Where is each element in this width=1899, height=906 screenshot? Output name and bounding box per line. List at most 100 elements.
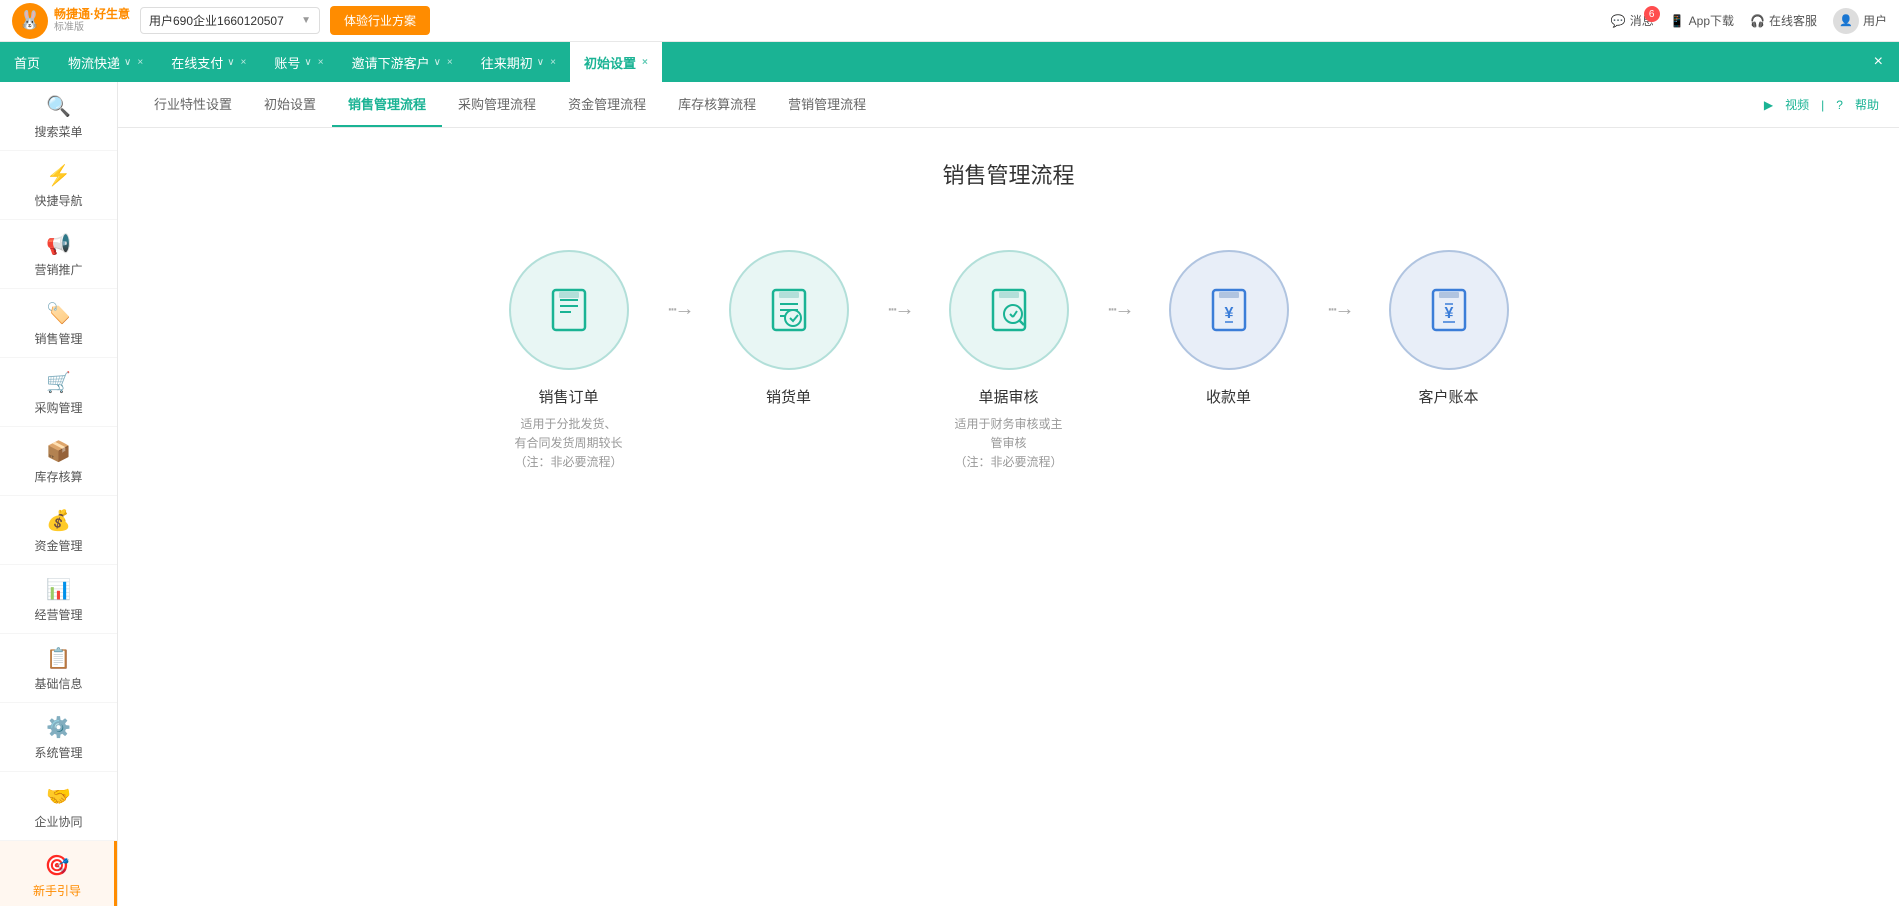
- flow-item-doc-review: 单据审核 适用于财务审核或主管审核（注：非必要流程）: [929, 250, 1089, 473]
- top-right: 💬 消息 6 📱 App下载 🎧 在线客服 👤 用户: [1611, 8, 1887, 34]
- chevron-down-icon: ∨: [227, 57, 234, 68]
- nav-tab-home[interactable]: 首页: [0, 42, 54, 82]
- sales-invoice-icon: [763, 284, 815, 336]
- subtab-finance-flow-label: 资金管理流程: [568, 94, 646, 113]
- sidebar-item-operation[interactable]: 📊 经营管理: [0, 565, 117, 634]
- sidebar-item-system[interactable]: ⚙️ 系统管理: [0, 703, 117, 772]
- subtab-industry[interactable]: 行业特性设置: [138, 82, 248, 127]
- avatar: 👤: [1833, 8, 1859, 34]
- subtab-init[interactable]: 初始设置: [248, 82, 332, 127]
- arrow-3: ···→: [1089, 250, 1149, 321]
- subtab-init-label: 初始设置: [264, 94, 316, 113]
- flow-item-customer-ledger: ¥ 客户账本: [1369, 250, 1529, 415]
- sidebar-item-search[interactable]: 🔍 搜索菜单: [0, 82, 117, 151]
- app-download-label: App下载: [1689, 12, 1734, 29]
- close-all-tabs-button[interactable]: ×: [1858, 53, 1899, 71]
- logo-area: 🐰 畅捷通·好生意 标准版: [12, 3, 130, 39]
- subtab-purchase-flow-label: 采购管理流程: [458, 94, 536, 113]
- subtab-industry-label: 行业特性设置: [154, 94, 232, 113]
- nav-tab-period[interactable]: 往来期初 ∨ ×: [467, 42, 570, 82]
- flow-desc-sales-order: 适用于分批发货、有合同发货周期较长（注：非必要流程）: [514, 415, 622, 473]
- nav-tab-invite[interactable]: 邀请下游客户 ∨ ×: [338, 42, 467, 82]
- chevron-down-icon: ▼: [301, 15, 311, 26]
- operation-icon: 📊: [46, 577, 71, 602]
- headset-icon: 🎧: [1750, 14, 1765, 28]
- close-icon[interactable]: ×: [447, 57, 453, 68]
- online-service-label: 在线客服: [1769, 12, 1817, 29]
- subtab-sales-flow-label: 销售管理流程: [348, 94, 426, 113]
- sub-tabs: 行业特性设置 初始设置 销售管理流程 采购管理流程 资金管理流程 库存核算流程 …: [118, 82, 1899, 128]
- flow-circle-customer-ledger[interactable]: ¥: [1389, 250, 1509, 370]
- flow-label-sales-order: 销售订单: [538, 386, 598, 407]
- flow-circle-doc-review[interactable]: [949, 250, 1069, 370]
- sidebar-item-marketing[interactable]: 📢 营销推广: [0, 220, 117, 289]
- chevron-down-icon: ∨: [124, 57, 131, 68]
- inventory-icon: 📦: [46, 439, 71, 464]
- flow-circle-receipt[interactable]: ¥: [1169, 250, 1289, 370]
- content-area: 行业特性设置 初始设置 销售管理流程 采购管理流程 资金管理流程 库存核算流程 …: [118, 82, 1899, 906]
- flow-diagram: 销售订单 适用于分批发货、有合同发货周期较长（注：非必要流程） ···→: [158, 250, 1859, 473]
- video-label[interactable]: 视频: [1785, 96, 1809, 113]
- close-icon[interactable]: ×: [642, 57, 648, 68]
- help-label[interactable]: 帮助: [1855, 96, 1879, 113]
- nav-tab-account[interactable]: 账号 ∨ ×: [260, 42, 337, 82]
- nav-bar: 首页 物流快递 ∨ × 在线支付 ∨ × 账号 ∨ × 邀请下游客户 ∨ × 往…: [0, 42, 1899, 82]
- message-button[interactable]: 💬 消息 6: [1611, 12, 1654, 29]
- subtab-finance-flow[interactable]: 资金管理流程: [552, 82, 662, 127]
- online-service-button[interactable]: 🎧 在线客服: [1750, 12, 1817, 29]
- flow-circle-sales-order[interactable]: [509, 250, 629, 370]
- flow-circle-sales-invoice[interactable]: [729, 250, 849, 370]
- nav-tab-init-settings-label: 初始设置: [584, 53, 636, 72]
- subtab-marketing-flow[interactable]: 营销管理流程: [772, 82, 882, 127]
- subtab-sales-flow[interactable]: 销售管理流程: [332, 82, 442, 127]
- sidebar-item-sales-label: 销售管理: [34, 330, 82, 347]
- close-icon[interactable]: ×: [550, 57, 556, 68]
- subtab-inventory-flow[interactable]: 库存核算流程: [662, 82, 772, 127]
- app-download-button[interactable]: 📱 App下载: [1670, 12, 1734, 29]
- sidebar: 🔍 搜索菜单 ⚡ 快捷导航 📢 营销推广 🏷️ 销售管理 🛒 采购管理 📦 库存…: [0, 82, 118, 906]
- message-badge: 6: [1644, 6, 1660, 22]
- nav-tab-logistics[interactable]: 物流快递 ∨ ×: [54, 42, 157, 82]
- user-selector[interactable]: 用户690企业1660120507 ▼: [140, 7, 320, 34]
- logo-sub: 标准版: [54, 22, 130, 34]
- nav-tab-init-settings[interactable]: 初始设置 ×: [570, 42, 662, 82]
- nav-tab-period-label: 往来期初: [481, 53, 533, 72]
- experience-button[interactable]: 体验行业方案: [330, 6, 430, 35]
- divider: |: [1821, 98, 1824, 112]
- flow-item-sales-invoice: 销货单: [709, 250, 869, 415]
- close-icon[interactable]: ×: [137, 57, 143, 68]
- quick-icon: ⚡: [46, 163, 71, 188]
- user-avatar-button[interactable]: 👤 用户: [1833, 8, 1887, 34]
- sidebar-item-basic[interactable]: 📋 基础信息: [0, 634, 117, 703]
- nav-tab-account-label: 账号: [274, 53, 300, 72]
- sub-tabs-right: ▶ 视频 | ? 帮助: [1764, 96, 1879, 113]
- sidebar-item-newbie[interactable]: 🎯 新手引导: [0, 841, 117, 906]
- sidebar-item-quick[interactable]: ⚡ 快捷导航: [0, 151, 117, 220]
- enterprise-icon: 🤝: [46, 784, 71, 809]
- flow-label-sales-invoice: 销货单: [766, 386, 811, 407]
- sales-icon: 🏷️: [46, 301, 71, 326]
- sidebar-item-sales[interactable]: 🏷️ 销售管理: [0, 289, 117, 358]
- sidebar-item-purchase[interactable]: 🛒 采购管理: [0, 358, 117, 427]
- sidebar-item-newbie-label: 新手引导: [33, 882, 81, 899]
- flow-label-customer-ledger: 客户账本: [1418, 386, 1478, 407]
- sidebar-item-finance[interactable]: 💰 资金管理: [0, 496, 117, 565]
- sidebar-item-inventory[interactable]: 📦 库存核算: [0, 427, 117, 496]
- close-icon[interactable]: ×: [241, 57, 247, 68]
- chevron-down-icon: ∨: [304, 57, 311, 68]
- newbie-icon: 🎯: [45, 853, 70, 878]
- help-icon: ?: [1836, 98, 1843, 112]
- marketing-icon: 📢: [46, 232, 71, 257]
- top-bar: 🐰 畅捷通·好生意 标准版 用户690企业1660120507 ▼ 体验行业方案…: [0, 0, 1899, 42]
- sidebar-item-enterprise[interactable]: 🤝 企业协同: [0, 772, 117, 841]
- app-icon: 📱: [1670, 14, 1685, 28]
- sidebar-item-purchase-label: 采购管理: [34, 399, 82, 416]
- arrow-4: ···→: [1309, 250, 1369, 321]
- purchase-icon: 🛒: [46, 370, 71, 395]
- subtab-purchase-flow[interactable]: 采购管理流程: [442, 82, 552, 127]
- logo-main: 畅捷通·好生意: [54, 7, 130, 21]
- sidebar-item-quick-label: 快捷导航: [34, 192, 82, 209]
- close-icon[interactable]: ×: [318, 57, 324, 68]
- nav-tab-payment[interactable]: 在线支付 ∨ ×: [157, 42, 260, 82]
- sidebar-item-system-label: 系统管理: [34, 744, 82, 761]
